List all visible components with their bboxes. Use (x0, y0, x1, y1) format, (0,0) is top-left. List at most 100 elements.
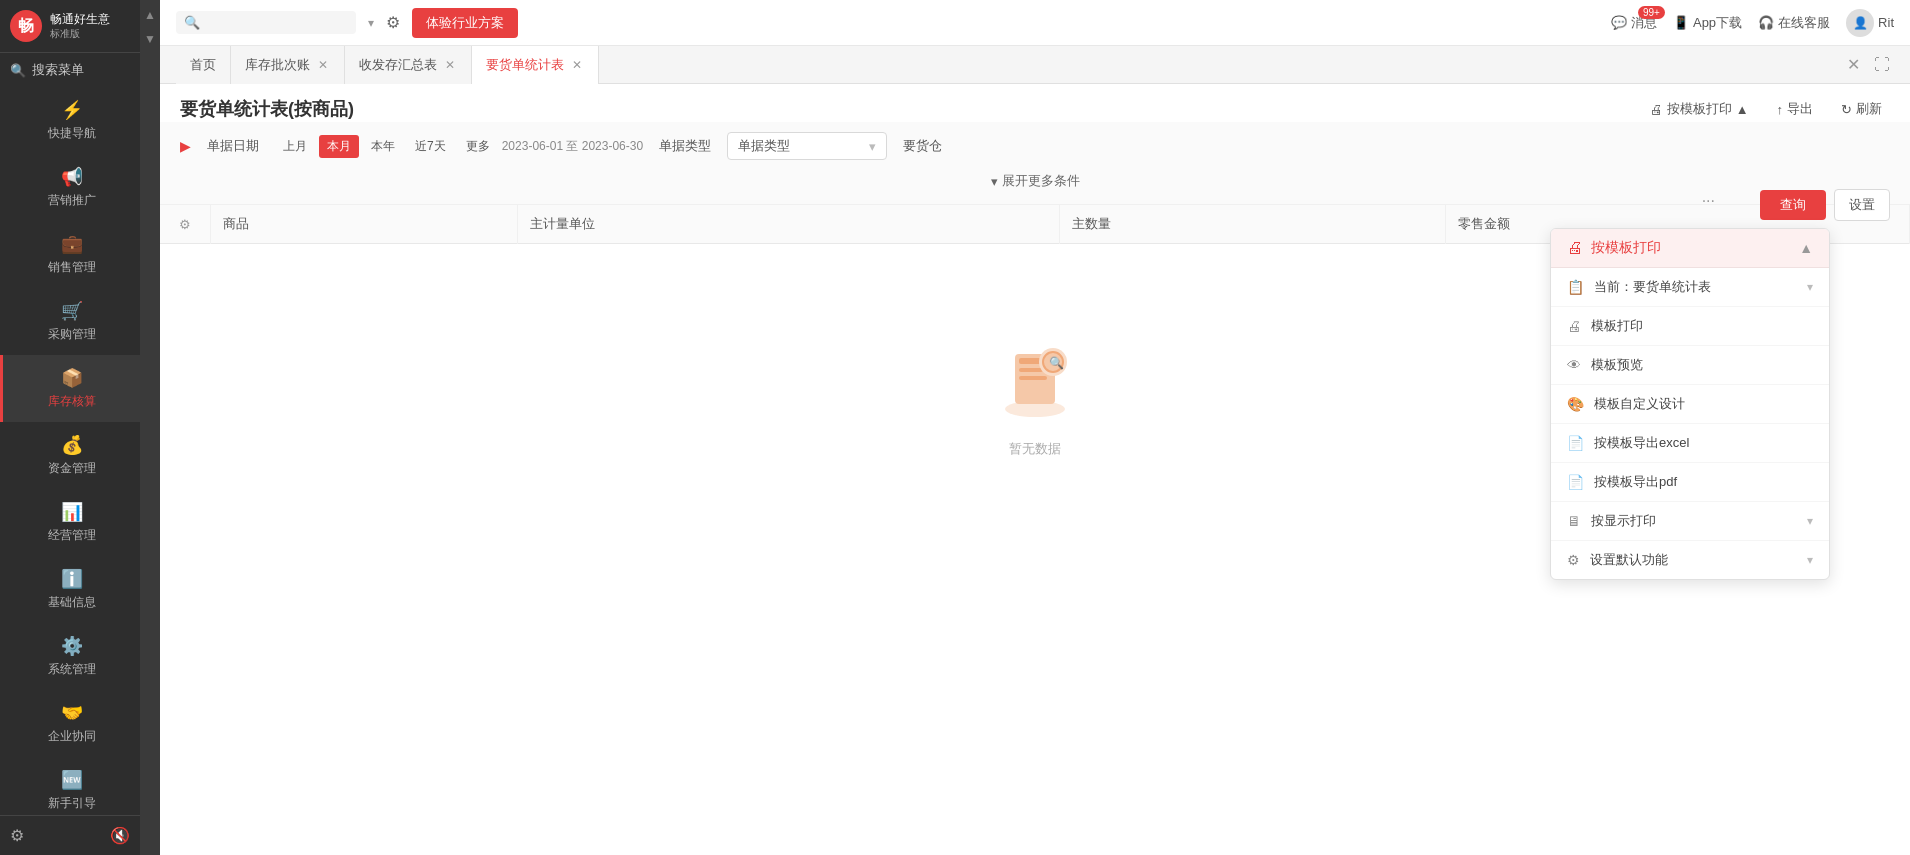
type-filter-select[interactable]: 单据类型 ▾ (727, 132, 887, 160)
scroll-up-arrow[interactable]: ▲ (140, 4, 160, 26)
topbar-gear-icon[interactable]: ⚙ (386, 13, 400, 32)
date-7days[interactable]: 近7天 (407, 135, 454, 158)
app-download-button[interactable]: 📱 App下载 (1673, 14, 1742, 32)
messages-button[interactable]: 💬 消息 99+ (1611, 14, 1657, 32)
tabs-close-button[interactable]: ✕ (1843, 51, 1864, 78)
tabs-expand-button[interactable]: ⛶ (1870, 52, 1894, 78)
tab-home[interactable]: 首页 (176, 46, 231, 84)
expand-more-label: 展开更多条件 (1002, 172, 1080, 190)
settings-footer-icon[interactable]: ⚙ (10, 826, 24, 845)
page-content: 要货单统计表(按商品) 🖨 按模板打印 ▲ ↑ 导出 ↻ 刷新 (160, 84, 1910, 855)
sidebar-item-basic[interactable]: ℹ️ 基础信息 (0, 556, 140, 623)
topbar: 🔍 ▾ ⚙ 体验行业方案 💬 消息 99+ 📱 App下载 🎧 在线客服 👤 R… (160, 0, 1910, 46)
template-print-icon: 🖨 (1567, 318, 1581, 334)
dropdown-display-print[interactable]: 🖥 按显示打印 ▾ (1551, 502, 1829, 541)
date-last-month[interactable]: 上月 (275, 135, 315, 158)
date-filter: 上月 本月 本年 近7天 更多 2023-06-01 至 2023-06-30 (275, 135, 643, 158)
dropdown-template-print[interactable]: 🖨 模板打印 (1551, 307, 1829, 346)
page-header: 要货单统计表(按商品) 🖨 按模板打印 ▲ ↑ 导出 ↻ 刷新 (160, 84, 1910, 122)
tab-order-stats-close[interactable]: ✕ (570, 56, 584, 74)
date-this-year[interactable]: 本年 (363, 135, 403, 158)
current-label: 当前：要货单统计表 (1594, 278, 1711, 296)
tab-inventory-batch-close[interactable]: ✕ (316, 56, 330, 74)
topbar-chevron-icon[interactable]: ▾ (368, 16, 374, 30)
sidebar-item-sales[interactable]: 💼 销售管理 (0, 221, 140, 288)
dropdown-collapse-icon[interactable]: ▲ (1799, 240, 1813, 256)
export-button[interactable]: ↑ 导出 (1769, 96, 1822, 122)
sidebar-item-inventory[interactable]: 📦 库存核算 (0, 355, 140, 422)
search-icon: 🔍 (10, 63, 26, 78)
sidebar-item-shortcuts[interactable]: ⚡ 快捷导航 (0, 87, 140, 154)
svg-rect-4 (1019, 376, 1047, 380)
dropdown-header: 🖨 按模板打印 ▲ (1551, 229, 1829, 268)
sidebar-item-operation[interactable]: 📊 经营管理 (0, 489, 140, 556)
col-settings[interactable]: ⚙ (160, 205, 210, 244)
refresh-button[interactable]: ↻ 刷新 (1833, 96, 1890, 122)
date-more[interactable]: 更多 (458, 135, 498, 158)
dropdown-default-func[interactable]: ⚙ 设置默认功能 ▾ (1551, 541, 1829, 579)
sidebar-logo: 畅 畅通好生意 标准版 (0, 0, 140, 53)
dropdown-template-preview[interactable]: 👁 模板预览 (1551, 346, 1829, 385)
col-unit: 主计量单位 (517, 205, 1059, 244)
sidebar: 畅 畅通好生意 标准版 🔍 搜索菜单 ⚡ 快捷导航 📢 营销推广 💼 销售管理 … (0, 0, 140, 855)
print-icon: 🖨 (1650, 102, 1663, 117)
print-template-button[interactable]: 🖨 按模板打印 ▲ (1642, 96, 1757, 122)
service-icon: 🎧 (1758, 15, 1774, 30)
online-service-button[interactable]: 🎧 在线客服 (1758, 14, 1830, 32)
date-range-text: 2023-06-01 至 2023-06-30 (502, 138, 643, 155)
topbar-search-box[interactable]: 🔍 (176, 11, 356, 34)
tab-receipt-summary-close[interactable]: ✕ (443, 56, 457, 74)
sales-label: 销售管理 (48, 259, 96, 276)
dropdown-template-excel[interactable]: 📄 按模板导出excel (1551, 424, 1829, 463)
col-quantity: 主数量 (1060, 205, 1446, 244)
tab-order-stats[interactable]: 要货单统计表 ✕ (472, 46, 599, 84)
download-icon: 📱 (1673, 15, 1689, 30)
default-func-icon: ⚙ (1567, 552, 1580, 568)
default-func-arrow: ▾ (1807, 553, 1813, 567)
filters-area: ▶ 单据日期 上月 本月 本年 近7天 更多 2023-06-01 至 2023… (160, 122, 1910, 205)
expand-more-btn[interactable]: ▾ 展开更多条件 (979, 168, 1092, 194)
filter-expand-icon[interactable]: ▶ (180, 138, 191, 154)
filter-row: ▶ 单据日期 上月 本月 本年 近7天 更多 2023-06-01 至 2023… (180, 132, 1890, 160)
tabs-bar: 首页 库存批次账 ✕ 收发存汇总表 ✕ 要货单统计表 ✕ ✕ ⛶ (160, 46, 1910, 84)
tab-inventory-batch[interactable]: 库存批次账 ✕ (231, 46, 345, 84)
mute-footer-icon[interactable]: 🔇 (110, 826, 130, 845)
scroll-down-arrow[interactable]: ▼ (140, 28, 160, 50)
sidebar-search[interactable]: 🔍 搜索菜单 (0, 53, 140, 87)
logo-text-block: 畅通好生意 标准版 (50, 11, 110, 42)
message-icon: 💬 (1611, 15, 1627, 30)
online-service-label: 在线客服 (1778, 14, 1830, 32)
refresh-label: 刷新 (1856, 100, 1882, 118)
dropdown-template-design[interactable]: 🎨 模板自定义设计 (1551, 385, 1829, 424)
sidebar-item-purchase[interactable]: 🛒 采购管理 (0, 288, 140, 355)
sidebar-item-guide[interactable]: 🆕 新手引导 (0, 757, 140, 815)
print-label: 按模板打印 (1667, 100, 1732, 118)
tab-receipt-summary[interactable]: 收发存汇总表 ✕ (345, 46, 472, 84)
date-this-month[interactable]: 本月 (319, 135, 359, 158)
more-icon[interactable]: ··· (1702, 192, 1715, 210)
user-name: Rit (1878, 15, 1894, 30)
main-area: 🔍 ▾ ⚙ 体验行业方案 💬 消息 99+ 📱 App下载 🎧 在线客服 👤 R… (160, 0, 1910, 855)
topbar-right: 💬 消息 99+ 📱 App下载 🎧 在线客服 👤 Rit (1611, 9, 1894, 37)
sidebar-item-marketing[interactable]: 📢 营销推广 (0, 154, 140, 221)
settings-button[interactable]: 设置 (1834, 189, 1890, 221)
query-action-area: 查询 设置 (1760, 189, 1890, 221)
display-print-label: 按显示打印 (1591, 512, 1656, 530)
basic-label: 基础信息 (48, 594, 96, 611)
sidebar-footer: ⚙ 🔇 (0, 815, 140, 855)
dropdown-current-item[interactable]: 📋 当前：要货单统计表 ▾ (1551, 268, 1829, 307)
dropdown-template-pdf[interactable]: 📄 按模板导出pdf (1551, 463, 1829, 502)
sidebar-item-system[interactable]: ⚙️ 系统管理 (0, 623, 140, 690)
logo-icon: 畅 (10, 10, 42, 42)
query-button[interactable]: 查询 (1760, 190, 1826, 220)
refresh-icon: ↻ (1841, 102, 1852, 117)
topbar-search-input[interactable] (206, 16, 336, 30)
shortcuts-icon: ⚡ (61, 99, 83, 121)
display-print-icon: 🖥 (1567, 513, 1581, 529)
topbar-cta-button[interactable]: 体验行业方案 (412, 8, 518, 38)
sidebar-item-collab[interactable]: 🤝 企业协同 (0, 690, 140, 757)
user-profile[interactable]: 👤 Rit (1846, 9, 1894, 37)
marketing-label: 营销推广 (48, 192, 96, 209)
sidebar-nav: ⚡ 快捷导航 📢 营销推广 💼 销售管理 🛒 采购管理 📦 库存核算 💰 资金管… (0, 87, 140, 815)
sidebar-item-finance[interactable]: 💰 资金管理 (0, 422, 140, 489)
